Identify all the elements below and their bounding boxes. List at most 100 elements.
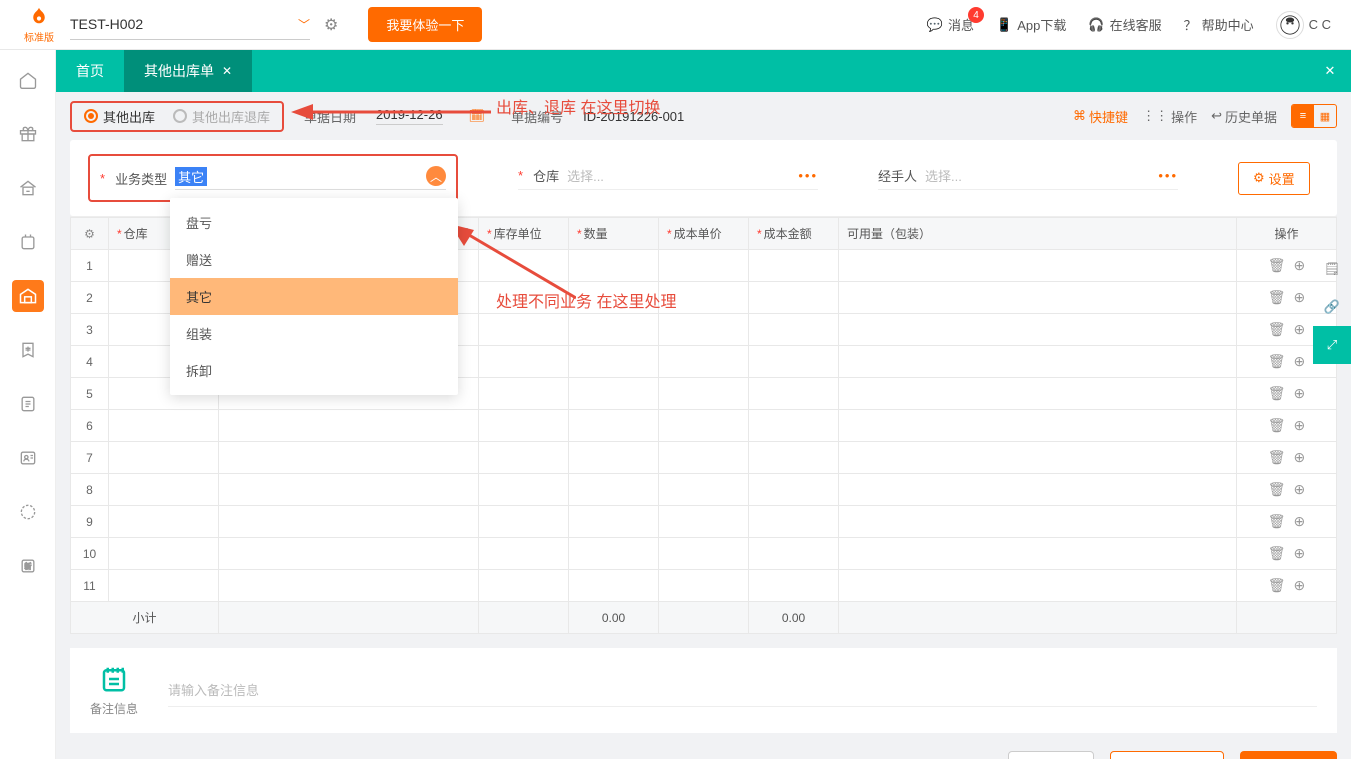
left-nav-rail: 新 (0, 50, 56, 759)
nav-sales[interactable] (12, 226, 44, 258)
add-row-icon[interactable]: ⊕ (1294, 513, 1306, 529)
user-menu[interactable]: C C (1276, 11, 1331, 39)
flame-icon (26, 6, 52, 29)
delete-icon[interactable]: 🗑 (1268, 353, 1286, 369)
dropdown-option[interactable]: 赠送 (170, 241, 458, 278)
add-row-icon[interactable]: ⊕ (1294, 545, 1306, 561)
doc-no-label: 单据编号 (511, 107, 563, 126)
nav-sync[interactable] (12, 496, 44, 528)
row-ops: 🗑⊕ (1237, 410, 1337, 442)
add-row-icon[interactable]: ⊕ (1294, 417, 1306, 433)
more-icon[interactable]: ••• (798, 168, 818, 183)
nav-new[interactable]: 新 (12, 550, 44, 582)
form-right-tools: ⌘ 快捷键 ⋮⋮ 操作 ↩ 历史单据 ≡ ▦ (1073, 104, 1337, 128)
delete-icon[interactable]: 🗑 (1268, 321, 1286, 337)
add-row-icon[interactable]: ⊕ (1294, 577, 1306, 593)
delete-icon[interactable]: 🗑 (1268, 481, 1286, 497)
gear-icon[interactable]: ⚙ (324, 15, 338, 35)
app-download-label: App下载 (1017, 15, 1066, 34)
view-list[interactable]: ≡ (1292, 105, 1314, 127)
org-select[interactable]: TEST-H002 ﹀ (70, 10, 310, 40)
add-row-icon[interactable]: ⊕ (1294, 385, 1306, 401)
save-button[interactable]: 保存▾ (1240, 751, 1337, 759)
messages-link[interactable]: 💬 消息 4 (927, 15, 974, 34)
row-index: 9 (71, 506, 109, 538)
dropdown-option-selected[interactable]: 其它 (170, 278, 458, 315)
remarks-card: 备注信息 (70, 648, 1337, 733)
delete-icon[interactable]: 🗑 (1268, 449, 1286, 465)
messages-badge: 4 (968, 7, 984, 23)
biz-type-select[interactable]: 其它 ︿ (175, 166, 446, 190)
nav-contacts[interactable] (12, 442, 44, 474)
add-row-icon[interactable]: ⊕ (1294, 257, 1306, 273)
history-link[interactable]: ↩ 历史单据 (1211, 107, 1277, 126)
nav-finance[interactable] (12, 334, 44, 366)
tab-other-outbound[interactable]: 其他出库单 ✕ (124, 50, 252, 92)
top-bar: 标准版 TEST-H002 ﹀ ⚙ 我要体验一下 💬 消息 4 📱 App下载 … (0, 0, 1351, 50)
operate-link[interactable]: ⋮⋮ 操作 (1142, 107, 1197, 126)
calendar-icon[interactable]: 🗓 (469, 108, 486, 124)
dropdown-option[interactable]: 组装 (170, 315, 458, 352)
settings-button[interactable]: ⚙ 设置 (1238, 162, 1310, 195)
row-index: 8 (71, 474, 109, 506)
rail-link-icon[interactable]: 🔗 (1313, 288, 1351, 326)
right-rail: 🗒 🔗 ⤢ (1313, 50, 1351, 364)
discard-button[interactable]: 放弃 (1008, 751, 1094, 759)
help-link[interactable]: ？ 帮助中心 (1184, 15, 1254, 34)
subtotal-row: 小计 0.00 0.00 (71, 602, 1337, 634)
radio-outbound[interactable]: 其他出库 (84, 107, 155, 126)
headset-icon: 🎧 (1088, 17, 1104, 33)
radio-return[interactable]: 其他出库退库 (173, 107, 270, 126)
delete-icon[interactable]: 🗑 (1268, 417, 1286, 433)
table-row[interactable]: 11🗑⊕ (71, 570, 1337, 602)
nav-report[interactable] (12, 388, 44, 420)
shortcut-link[interactable]: ⌘ 快捷键 (1073, 107, 1128, 126)
more-icon[interactable]: ••• (1158, 168, 1178, 183)
add-row-icon[interactable]: ⊕ (1294, 449, 1306, 465)
nav-inventory[interactable] (12, 280, 44, 312)
app-download-link[interactable]: 📱 App下载 (996, 15, 1066, 34)
table-row[interactable]: 10🗑⊕ (71, 538, 1337, 570)
date-value[interactable]: 2019-12-26 (376, 107, 443, 125)
support-link[interactable]: 🎧 在线客服 (1088, 15, 1161, 34)
add-row-icon[interactable]: ⊕ (1294, 321, 1306, 337)
tab-other-outbound-label: 其他出库单 (144, 61, 214, 81)
nav-gift[interactable] (12, 118, 44, 150)
dropdown-option[interactable]: 盘亏 (170, 204, 458, 241)
add-row-icon[interactable]: ⊕ (1294, 289, 1306, 305)
warehouse-select[interactable]: * 仓库 选择... ••• (518, 166, 818, 190)
table-row[interactable]: 8🗑⊕ (71, 474, 1337, 506)
remarks-input[interactable] (168, 675, 1317, 707)
row-ops: 🗑⊕ (1237, 474, 1337, 506)
table-row[interactable]: 6🗑⊕ (71, 410, 1337, 442)
biz-type-label: 业务类型 (115, 169, 167, 188)
delete-icon[interactable]: 🗑 (1268, 545, 1286, 561)
delete-icon[interactable]: 🗑 (1268, 257, 1286, 273)
delete-icon[interactable]: 🗑 (1268, 513, 1286, 529)
table-row[interactable]: 9 🗑 ⊕ (71, 506, 1337, 538)
row-index: 3 (71, 314, 109, 346)
dropdown-option[interactable]: 拆卸 (170, 352, 458, 389)
delete-icon[interactable]: 🗑 (1268, 385, 1286, 401)
avatar (1276, 11, 1304, 39)
row-index: 5 (71, 378, 109, 410)
add-row-icon[interactable]: ⊕ (1294, 481, 1306, 497)
delete-icon[interactable]: 🗑 (1268, 577, 1286, 593)
close-icon[interactable]: ✕ (222, 64, 232, 78)
rail-note-icon[interactable]: 🗒 (1313, 250, 1351, 288)
add-row-icon[interactable]: ⊕ (1294, 353, 1306, 369)
col-unit: *库存单位 (479, 218, 569, 250)
handler-select[interactable]: 经手人 选择... ••• (878, 166, 1178, 190)
nav-purchase[interactable] (12, 172, 44, 204)
tab-home[interactable]: 首页 (56, 50, 124, 92)
nav-home[interactable] (12, 64, 44, 96)
table-row[interactable]: 7🗑⊕ (71, 442, 1337, 474)
brand-label: 标准版 (24, 29, 54, 44)
delete-icon[interactable]: 🗑 (1268, 289, 1286, 305)
col-settings[interactable]: ⚙ (71, 218, 109, 250)
rail-expand-icon[interactable]: ⤢ (1313, 326, 1351, 364)
chevron-up-icon: ︿ (426, 166, 446, 186)
row-index: 6 (71, 410, 109, 442)
save-draft-button[interactable]: 保存草稿 (1110, 751, 1224, 759)
try-button[interactable]: 我要体验一下 (368, 7, 482, 42)
